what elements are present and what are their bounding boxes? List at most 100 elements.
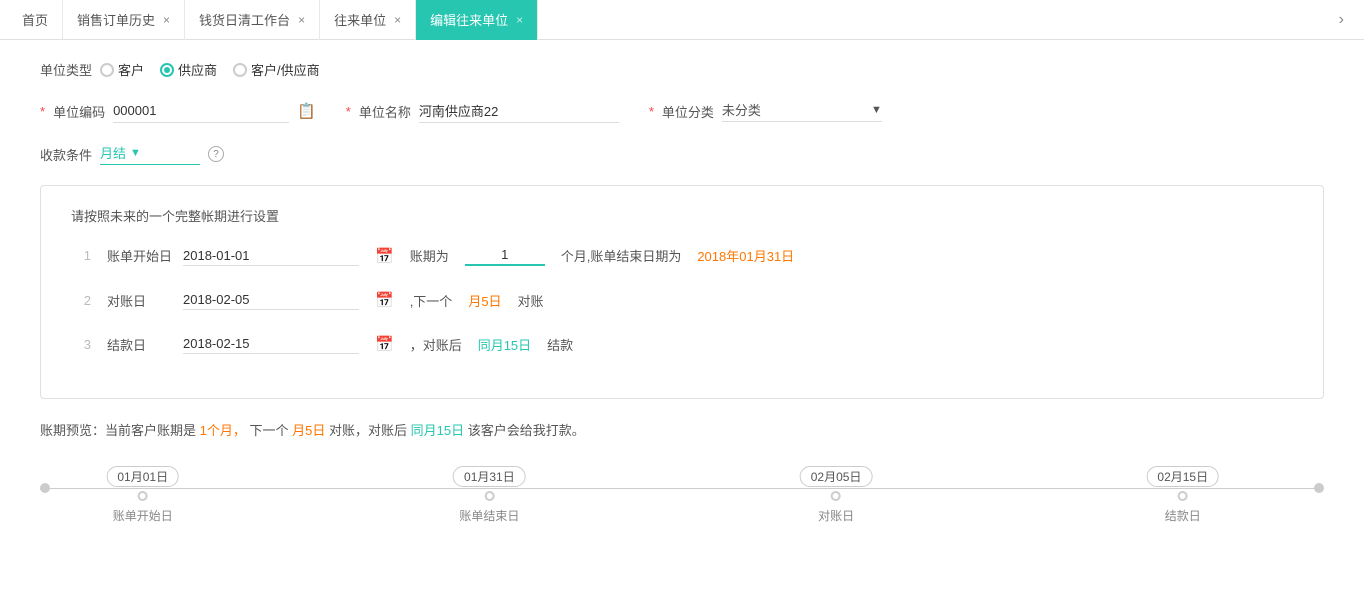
tab-edit-partner-label: 编辑往来单位	[430, 10, 508, 29]
period-instruction: 请按照未来的一个完整帐期进行设置	[71, 206, 1293, 225]
preview-text: 账期预览：当前客户账期是 1个月， 下一个 月5日 对账，对账后 同月15日 该…	[40, 419, 1324, 442]
preview-part2-suffix: 对账，对账后	[329, 423, 407, 438]
period-field-label-1: 账单开始日	[107, 246, 167, 265]
code-required-star: *	[40, 104, 45, 119]
tab-edit-partner[interactable]: 编辑往来单位 ×	[416, 0, 538, 40]
timeline-pill-3: 02月05日	[800, 466, 873, 487]
radio-both-label: 客户/供应商	[251, 60, 320, 79]
preview-part3-suffix: 该客户会给我打款。	[468, 423, 585, 438]
name-group: * 单位名称	[346, 99, 619, 123]
category-group: * 单位分类 未分类 ▼	[649, 100, 882, 122]
timeline-pill-4: 02月15日	[1146, 466, 1219, 487]
radio-supplier-label: 供应商	[178, 60, 217, 79]
tab-sales-label: 销售订单历史	[77, 10, 155, 29]
period-row2-before: ,下一个	[410, 291, 453, 310]
name-input[interactable]	[419, 99, 619, 123]
period-row2-highlight: 月5日	[468, 291, 501, 310]
radio-group: 客户 供应商 客户/供应商	[100, 60, 320, 79]
name-required-star: *	[346, 104, 351, 119]
tab-sales-history[interactable]: 销售订单历史 ×	[63, 0, 185, 40]
timeline-label-1: 账单开始日	[113, 507, 173, 524]
payment-row: 收款条件 月结 ▼ ?	[40, 143, 1324, 165]
category-dropdown[interactable]: 未分类 ▼	[722, 100, 882, 122]
period-num-1: 1	[71, 248, 91, 263]
period-row-3: 3 结款日 📅 ，对账后 同月15日 结款	[71, 334, 1293, 354]
timeline-point-1: 01月01日 账单开始日	[106, 466, 179, 524]
preview-part1-suffix: 下一个	[250, 423, 289, 438]
period-num-3: 3	[71, 337, 91, 352]
period-calendar-1[interactable]: 📅	[375, 247, 394, 265]
period-num-2: 2	[71, 293, 91, 308]
cat-label: 单位分类	[662, 102, 714, 121]
code-group: * 单位编码 📋	[40, 99, 316, 123]
payment-group: 收款条件 月结 ▼ ?	[40, 143, 224, 165]
tab-overflow-chevron[interactable]: ›	[1327, 11, 1356, 29]
period-row-2: 2 对账日 📅 ,下一个 月5日 对账	[71, 290, 1293, 310]
radio-customer[interactable]: 客户	[100, 60, 144, 79]
radio-customer-circle	[100, 63, 114, 77]
code-calendar-icon[interactable]: 📋	[297, 102, 316, 120]
tab-home[interactable]: 首页	[8, 0, 63, 40]
timeline-end-dot	[1314, 483, 1324, 493]
timeline-pill-1: 01月01日	[106, 466, 179, 487]
code-name-category-row: * 单位编码 📋 * 单位名称 * 单位分类 未分类 ▼	[40, 99, 1324, 123]
timeline-label-4: 结款日	[1165, 507, 1201, 524]
period-row3-highlight: 同月15日	[478, 335, 531, 354]
payment-value: 月结	[100, 143, 126, 162]
name-label: 单位名称	[359, 102, 411, 121]
radio-supplier-circle	[160, 63, 174, 77]
timeline-dot-4	[1178, 491, 1188, 501]
category-chevron-icon: ▼	[871, 104, 882, 116]
tab-sales-close[interactable]: ×	[163, 13, 170, 27]
payment-chevron-icon: ▼	[130, 147, 141, 159]
period-date-input-1[interactable]	[183, 246, 359, 266]
timeline-dot-1	[138, 491, 148, 501]
tab-cash-close[interactable]: ×	[298, 13, 305, 27]
unit-type-group: 单位类型 客户 供应商 客户/供应商	[40, 60, 320, 79]
timeline-pill-2: 01月31日	[453, 466, 526, 487]
preview-label: 账期预览：当前客户账期是	[40, 423, 196, 438]
timeline-label-2: 账单结束日	[459, 507, 519, 524]
radio-both-circle	[233, 63, 247, 77]
payment-label: 收款条件	[40, 145, 92, 164]
tab-partner[interactable]: 往来单位 ×	[320, 0, 416, 40]
radio-both[interactable]: 客户/供应商	[233, 60, 320, 79]
help-icon[interactable]: ?	[208, 146, 224, 162]
tab-edit-partner-close[interactable]: ×	[516, 13, 523, 27]
period-suffix-1: 账期为	[410, 246, 449, 265]
tab-partner-label: 往来单位	[334, 10, 386, 29]
tab-cash-work[interactable]: 钱货日清工作台 ×	[185, 0, 320, 40]
code-input[interactable]	[113, 99, 289, 123]
tab-partner-close[interactable]: ×	[394, 13, 401, 27]
period-months-unit: 个月,账单结束日期为	[561, 246, 682, 265]
timeline-dot-2	[484, 491, 494, 501]
period-row2-after: 对账	[518, 291, 544, 310]
period-field-label-2: 对账日	[107, 291, 167, 310]
timeline-track	[40, 488, 1324, 489]
timeline: 01月01日 账单开始日 01月31日 账单结束日 02月05日 对账日 02月…	[40, 466, 1324, 546]
period-calendar-3[interactable]: 📅	[375, 335, 394, 353]
period-row3-before: ，对账后	[410, 335, 462, 354]
tab-cash-label: 钱货日清工作台	[199, 10, 290, 29]
unit-type-label: 单位类型	[40, 60, 92, 79]
timeline-start-dot	[40, 483, 50, 493]
period-date-input-3[interactable]	[183, 334, 359, 354]
timeline-point-4: 02月15日 结款日	[1146, 466, 1219, 524]
unit-type-row: 单位类型 客户 供应商 客户/供应商	[40, 60, 1324, 79]
payment-dropdown[interactable]: 月结 ▼	[100, 143, 200, 165]
tab-bar: 首页 销售订单历史 × 钱货日清工作台 × 往来单位 × 编辑往来单位 × ›	[0, 0, 1364, 40]
category-value: 未分类	[722, 100, 761, 119]
main-content: 单位类型 客户 供应商 客户/供应商 * 单位编码	[0, 40, 1364, 608]
timeline-dot-3	[831, 491, 841, 501]
period-end-date: 2018年01月31日	[697, 246, 794, 265]
timeline-point-3: 02月05日 对账日	[800, 466, 873, 524]
period-calendar-2[interactable]: 📅	[375, 291, 394, 309]
period-field-label-3: 结款日	[107, 335, 167, 354]
period-date-input-2[interactable]	[183, 290, 359, 310]
code-label: 单位编码	[53, 102, 105, 121]
radio-supplier[interactable]: 供应商	[160, 60, 217, 79]
period-box: 请按照未来的一个完整帐期进行设置 1 账单开始日 📅 账期为 个月,账单结束日期…	[40, 185, 1324, 399]
months-input[interactable]	[465, 245, 545, 266]
timeline-point-2: 01月31日 账单结束日	[453, 466, 526, 524]
cat-required-star: *	[649, 104, 654, 119]
